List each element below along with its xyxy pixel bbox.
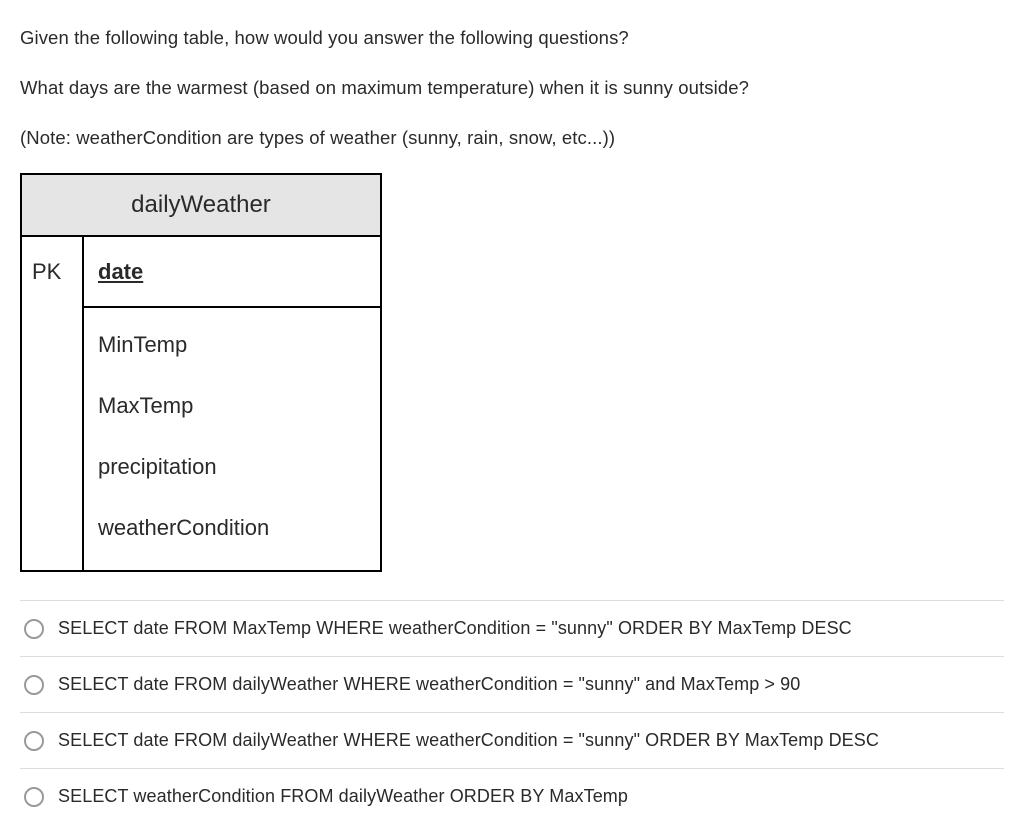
fields-column: date MinTemp MaxTemp precipitation weath…	[84, 237, 380, 570]
option-text: SELECT date FROM dailyWeather WHERE weat…	[58, 727, 879, 754]
question-line-2: What days are the warmest (based on maxi…	[20, 74, 1004, 102]
attribute-item: MinTemp	[84, 314, 380, 375]
schema-table: dailyWeather PK date MinTemp MaxTemp pre…	[20, 173, 382, 572]
schema-table-name: dailyWeather	[22, 175, 380, 237]
option-row[interactable]: SELECT date FROM dailyWeather WHERE weat…	[20, 657, 1004, 713]
radio-icon[interactable]	[24, 675, 44, 695]
attribute-list: MinTemp MaxTemp precipitation weatherCon…	[84, 308, 380, 570]
pk-field: date	[84, 237, 380, 308]
radio-icon[interactable]	[24, 731, 44, 751]
pk-column-label: PK	[22, 237, 84, 570]
option-row[interactable]: SELECT date FROM dailyWeather WHERE weat…	[20, 713, 1004, 769]
attribute-item: precipitation	[84, 436, 380, 497]
question-line-3: (Note: weatherCondition are types of wea…	[20, 124, 1004, 152]
option-text: SELECT date FROM MaxTemp WHERE weatherCo…	[58, 615, 852, 642]
question-line-1: Given the following table, how would you…	[20, 24, 1004, 52]
answer-options: SELECT date FROM MaxTemp WHERE weatherCo…	[20, 600, 1004, 824]
attribute-item: MaxTemp	[84, 375, 380, 436]
schema-body: PK date MinTemp MaxTemp precipitation we…	[22, 237, 380, 570]
option-row[interactable]: SELECT date FROM MaxTemp WHERE weatherCo…	[20, 601, 1004, 657]
option-text: SELECT date FROM dailyWeather WHERE weat…	[58, 671, 800, 698]
radio-icon[interactable]	[24, 619, 44, 639]
question-block: Given the following table, how would you…	[20, 24, 1004, 151]
option-text: SELECT weatherCondition FROM dailyWeathe…	[58, 783, 628, 810]
radio-icon[interactable]	[24, 787, 44, 807]
attribute-item: weatherCondition	[84, 497, 380, 558]
option-row[interactable]: SELECT weatherCondition FROM dailyWeathe…	[20, 769, 1004, 824]
